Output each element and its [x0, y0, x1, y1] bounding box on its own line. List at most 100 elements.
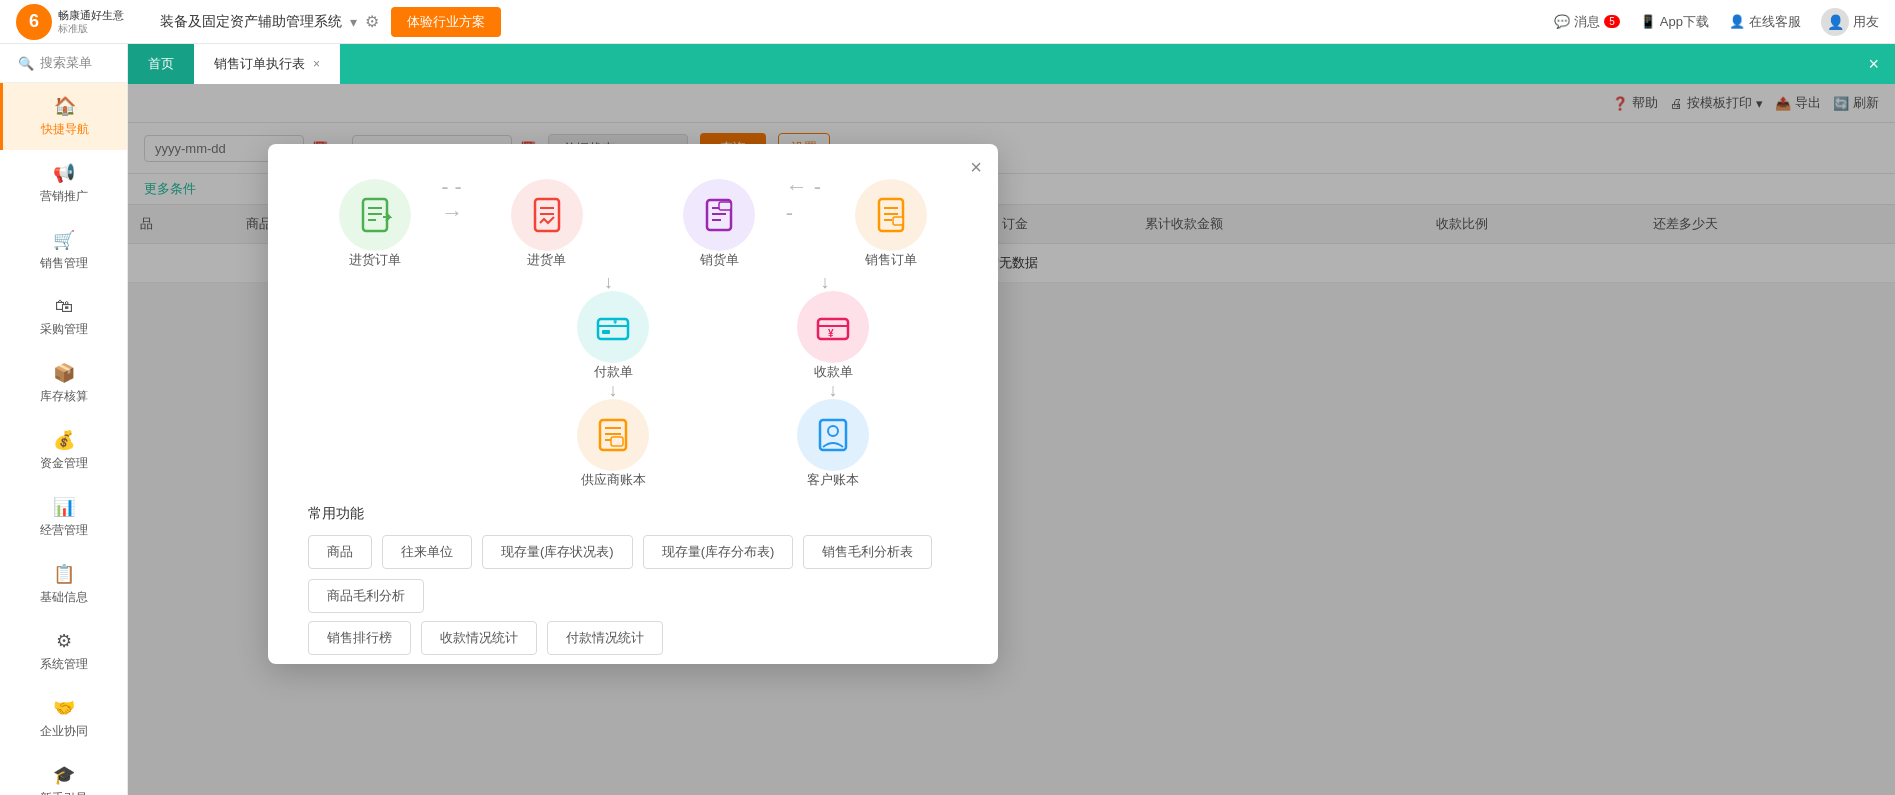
- common-btn-payment-stat[interactable]: 付款情况统计: [547, 621, 663, 655]
- finance-icon: 💰: [53, 429, 75, 451]
- system-title: 装备及固定资产辅助管理系统 ▾: [160, 13, 365, 31]
- sidebar-item-enterprise[interactable]: 🤝 企业协同: [0, 685, 127, 752]
- modal-overlay: × 进货订单: [128, 84, 1895, 795]
- system-icon: ⚙: [56, 630, 72, 652]
- node-purchase-order[interactable]: 进货订单: [308, 179, 441, 269]
- node-customer-account[interactable]: 客户账本: [748, 399, 918, 489]
- svg-text:¥: ¥: [613, 317, 618, 326]
- sales-bill-circle: [683, 179, 755, 251]
- common-btns-row1: 商品 往来单位 现存量(库存状况表) 现存量(库存分布表) 销售毛利分析表 商品…: [308, 535, 958, 613]
- svg-rect-19: [602, 330, 610, 334]
- sidebar-item-purchase[interactable]: 🛍 采购管理: [0, 284, 127, 350]
- sidebar-item-system[interactable]: ⚙ 系统管理: [0, 618, 127, 685]
- sales-order-circle: [855, 179, 927, 251]
- business-icon: 📊: [53, 496, 75, 518]
- flow-row-2: ¥ 付款单 ¥: [308, 291, 958, 381]
- sidebar-item-basic-info[interactable]: 📋 基础信息: [0, 551, 127, 618]
- trial-button[interactable]: 体验行业方案: [391, 7, 501, 37]
- supplier-account-circle: [577, 399, 649, 471]
- logo-icon: 6: [16, 4, 52, 40]
- avatar: 👤: [1821, 8, 1849, 36]
- v-arrow-3: ↓: [528, 381, 698, 399]
- sidebar-item-finance[interactable]: 💰 资金管理: [0, 417, 127, 484]
- common-btn-goods-margin[interactable]: 商品毛利分析: [308, 579, 424, 613]
- online-service-item[interactable]: 👤 在线客服: [1729, 13, 1801, 31]
- modal-close-button[interactable]: ×: [970, 156, 982, 179]
- flow-row-3: 供应商账本 客户账本: [308, 399, 958, 489]
- common-functions-title: 常用功能: [308, 505, 958, 523]
- logo-area: 6 畅康通好生意 标准版: [16, 4, 144, 40]
- common-btn-goods[interactable]: 商品: [308, 535, 372, 569]
- sidebar-item-newbie[interactable]: 🎓 新手引导: [0, 752, 127, 795]
- customer-account-circle: [797, 399, 869, 471]
- newbie-icon: 🎓: [53, 764, 75, 786]
- app-container: 6 畅康通好生意 标准版 装备及固定资产辅助管理系统 ▾ ⚙ 体验行业方案 💬 …: [0, 0, 1895, 795]
- node-sales-order[interactable]: 销售订单: [825, 179, 958, 269]
- common-btn-sales-margin[interactable]: 销售毛利分析表: [803, 535, 932, 569]
- phone-icon: 📱: [1640, 14, 1656, 29]
- sales-icon: 🛒: [53, 229, 75, 251]
- v-arrow-1: ↓: [525, 273, 692, 291]
- node-sales-bill[interactable]: 销货单: [653, 179, 786, 269]
- modal-body: 进货订单 - - →: [268, 144, 998, 664]
- common-btn-stock-status[interactable]: 现存量(库存状况表): [482, 535, 633, 569]
- purchase-bill-circle: [511, 179, 583, 251]
- window-close-btn[interactable]: ×: [1868, 54, 1879, 74]
- customer-account-label: 客户账本: [807, 471, 859, 489]
- node-supplier-account[interactable]: 供应商账本: [528, 399, 698, 489]
- common-btn-stock-dist[interactable]: 现存量(库存分布表): [643, 535, 794, 569]
- common-btn-partners[interactable]: 往来单位: [382, 535, 472, 569]
- sidebar-item-business[interactable]: 📊 经营管理: [0, 484, 127, 551]
- page-content: ❓ 帮助 🖨 按模板打印 ▾ 📤 导出 🔄 刷新: [128, 84, 1895, 795]
- inventory-icon: 📦: [53, 362, 75, 384]
- payment-bill-circle: ¥: [577, 291, 649, 363]
- basic-info-icon: 📋: [53, 563, 75, 585]
- arrow-1: - - →: [441, 174, 480, 273]
- message-item[interactable]: 💬 消息 5: [1554, 13, 1620, 31]
- node-receipt-bill[interactable]: ¥ 收款单: [748, 291, 918, 381]
- sales-bill-label: 销货单: [700, 251, 739, 269]
- sales-order-label: 销售订单: [865, 251, 917, 269]
- flow-arrows-row2: ↓ ↓: [308, 381, 958, 399]
- top-bar: 6 畅康通好生意 标准版 装备及固定资产辅助管理系统 ▾ ⚙ 体验行业方案 💬 …: [0, 0, 1895, 44]
- logo-text: 畅康通好生意 标准版: [58, 8, 124, 35]
- purchase-bill-label: 进货单: [527, 251, 566, 269]
- supplier-account-label: 供应商账本: [581, 471, 646, 489]
- service-icon: 👤: [1729, 14, 1745, 29]
- dropdown-icon[interactable]: ▾: [350, 14, 357, 30]
- svg-text:¥: ¥: [828, 328, 834, 339]
- v-arrow-4: ↓: [748, 381, 918, 399]
- common-functions: 常用功能 商品 往来单位 现存量(库存状况表) 现存量(库存分布表) 销售毛利分…: [308, 505, 958, 655]
- tab-close-icon[interactable]: ×: [313, 57, 320, 71]
- app-download-item[interactable]: 📱 App下载: [1640, 13, 1709, 31]
- sidebar-item-marketing[interactable]: 📢 营销推广: [0, 150, 127, 217]
- common-btn-sales-rank[interactable]: 销售排行榜: [308, 621, 411, 655]
- home-icon: 🏠: [54, 95, 76, 117]
- settings-icon[interactable]: ⚙: [365, 12, 379, 31]
- svg-rect-11: [719, 202, 731, 210]
- node-purchase-bill[interactable]: 进货单: [480, 179, 613, 269]
- sidebar-item-inventory[interactable]: 📦 库存核算: [0, 350, 127, 417]
- search-icon: 🔍: [18, 56, 34, 71]
- purchase-icon: 🛍: [55, 296, 73, 317]
- svg-rect-16: [893, 217, 903, 225]
- tab-sales-order[interactable]: 销售订单执行表 ×: [194, 44, 340, 84]
- flow-row-1: 进货订单 - - →: [308, 174, 958, 273]
- svg-rect-28: [611, 437, 623, 446]
- sidebar-item-sales[interactable]: 🛒 销售管理: [0, 217, 127, 284]
- tab-home[interactable]: 首页: [128, 44, 194, 84]
- node-payment-bill[interactable]: ¥ 付款单: [528, 291, 698, 381]
- sidebar-item-quick-nav[interactable]: 🏠 快捷导航: [0, 83, 127, 150]
- payment-bill-label: 付款单: [594, 363, 633, 381]
- receipt-bill-circle: ¥: [797, 291, 869, 363]
- marketing-icon: 📢: [53, 162, 75, 184]
- common-btns-row2: 销售排行榜 收款情况统计 付款情况统计: [308, 621, 958, 655]
- purchase-order-label: 进货订单: [349, 251, 401, 269]
- sidebar: 🔍 搜索菜单 🏠 快捷导航 📢 营销推广 🛒 销售管理 🛍 采购管理 📦: [0, 44, 128, 795]
- enterprise-icon: 🤝: [53, 697, 75, 719]
- purchase-order-circle: [339, 179, 411, 251]
- modal: × 进货订单: [268, 144, 998, 664]
- common-btn-receipt-stat[interactable]: 收款情况统计: [421, 621, 537, 655]
- user-item[interactable]: 👤 用友: [1821, 8, 1879, 36]
- sidebar-search[interactable]: 🔍 搜索菜单: [0, 44, 127, 83]
